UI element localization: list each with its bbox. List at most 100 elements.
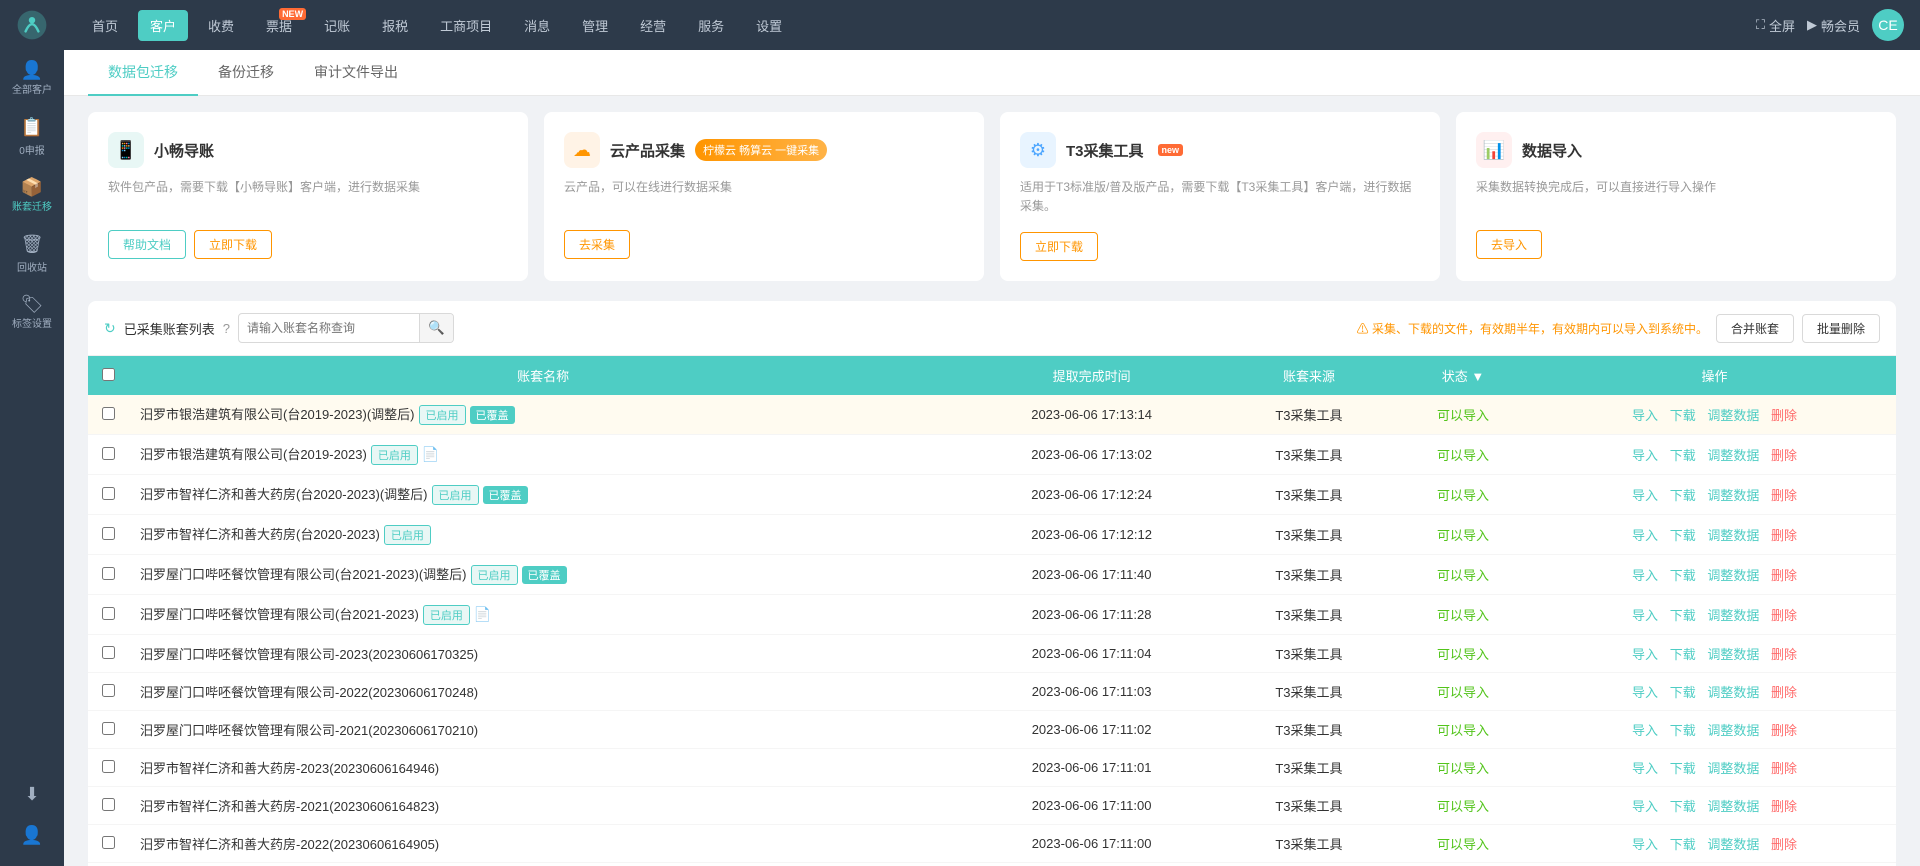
cloud-collect-button[interactable]: 去采集 bbox=[564, 230, 630, 259]
topnav-business[interactable]: 工商项目 bbox=[428, 10, 504, 41]
download-action[interactable]: 下载 bbox=[1670, 761, 1696, 776]
download-action[interactable]: 下载 bbox=[1670, 647, 1696, 662]
search-input[interactable] bbox=[239, 321, 419, 335]
topnav-message[interactable]: 消息 bbox=[512, 10, 562, 41]
merge-accounts-button[interactable]: 合并账套 bbox=[1716, 314, 1794, 343]
adjust-action[interactable]: 调整数据 bbox=[1707, 568, 1759, 583]
sidebar-item-label-settings[interactable]: 🏷 标签设置 bbox=[0, 284, 64, 341]
tab-data-migration[interactable]: 数据包迁移 bbox=[88, 50, 198, 96]
delete-action[interactable]: 删除 bbox=[1771, 448, 1797, 463]
help-icon[interactable]: ? bbox=[223, 321, 230, 336]
adjust-action[interactable]: 调整数据 bbox=[1707, 608, 1759, 623]
xcp-download-button[interactable]: 立即下载 bbox=[194, 230, 272, 259]
sidebar-item-zero-report[interactable]: 📋 0申报 bbox=[0, 107, 64, 167]
topnav-invoice[interactable]: 票据 NEW bbox=[254, 10, 304, 41]
row-checkbox[interactable] bbox=[102, 407, 115, 420]
delete-action[interactable]: 删除 bbox=[1771, 408, 1797, 423]
refresh-icon[interactable]: ↻ bbox=[104, 320, 116, 337]
fullscreen-button[interactable]: ⛶ 全屏 bbox=[1756, 16, 1795, 35]
adjust-action[interactable]: 调整数据 bbox=[1707, 685, 1759, 700]
adjust-action[interactable]: 调整数据 bbox=[1707, 647, 1759, 662]
topnav-manage[interactable]: 管理 bbox=[570, 10, 620, 41]
row-checkbox[interactable] bbox=[102, 684, 115, 697]
delete-action[interactable]: 删除 bbox=[1771, 723, 1797, 738]
row-checkbox[interactable] bbox=[102, 798, 115, 811]
row-checkbox[interactable] bbox=[102, 836, 115, 849]
import-action[interactable]: 导入 bbox=[1632, 448, 1658, 463]
topnav-billing[interactable]: 收费 bbox=[196, 10, 246, 41]
topnav-customer[interactable]: 客户 bbox=[138, 10, 188, 41]
download-action[interactable]: 下载 bbox=[1670, 488, 1696, 503]
delete-action[interactable]: 删除 bbox=[1771, 647, 1797, 662]
delete-action[interactable]: 删除 bbox=[1771, 528, 1797, 543]
row-checkbox[interactable] bbox=[102, 722, 115, 735]
download-action[interactable]: 下载 bbox=[1670, 723, 1696, 738]
download-action[interactable]: 下载 bbox=[1670, 608, 1696, 623]
t3-download-button[interactable]: 立即下载 bbox=[1020, 232, 1098, 261]
select-all-checkbox[interactable] bbox=[102, 368, 115, 381]
adjust-action[interactable]: 调整数据 bbox=[1707, 723, 1759, 738]
tab-backup-migration[interactable]: 备份迁移 bbox=[198, 50, 294, 96]
tag-opened: 已启用 bbox=[423, 605, 470, 625]
download-action[interactable]: 下载 bbox=[1670, 408, 1696, 423]
batch-delete-button[interactable]: 批量删除 bbox=[1802, 314, 1880, 343]
row-actions: 导入 下载 调整数据 删除 bbox=[1533, 515, 1896, 555]
import-action[interactable]: 导入 bbox=[1632, 528, 1658, 543]
delete-action[interactable]: 删除 bbox=[1771, 488, 1797, 503]
tab-audit-export[interactable]: 审计文件导出 bbox=[294, 50, 418, 96]
import-action[interactable]: 导入 bbox=[1632, 799, 1658, 814]
adjust-action[interactable]: 调整数据 bbox=[1707, 761, 1759, 776]
adjust-action[interactable]: 调整数据 bbox=[1707, 488, 1759, 503]
import-action[interactable]: 导入 bbox=[1632, 608, 1658, 623]
import-action[interactable]: 导入 bbox=[1632, 647, 1658, 662]
topnav-service[interactable]: 服务 bbox=[686, 10, 736, 41]
row-checkbox[interactable] bbox=[102, 527, 115, 540]
download-action[interactable]: 下载 bbox=[1670, 568, 1696, 583]
row-checkbox[interactable] bbox=[102, 646, 115, 659]
adjust-action[interactable]: 调整数据 bbox=[1707, 837, 1759, 852]
download-action[interactable]: 下载 bbox=[1670, 448, 1696, 463]
import-goto-button[interactable]: 去导入 bbox=[1476, 230, 1542, 259]
row-checkbox[interactable] bbox=[102, 447, 115, 460]
topnav-account[interactable]: 记账 bbox=[312, 10, 362, 41]
download-action[interactable]: 下载 bbox=[1670, 528, 1696, 543]
sidebar-item-account-migration[interactable]: 📦 账套迁移 bbox=[0, 167, 64, 224]
row-checkbox[interactable] bbox=[102, 487, 115, 500]
sidebar-item-download[interactable]: ⬇ bbox=[0, 774, 64, 815]
download-action[interactable]: 下载 bbox=[1670, 837, 1696, 852]
delete-action[interactable]: 删除 bbox=[1771, 608, 1797, 623]
download-action[interactable]: 下载 bbox=[1670, 799, 1696, 814]
import-action[interactable]: 导入 bbox=[1632, 408, 1658, 423]
sidebar-item-user-bottom[interactable]: 👤 bbox=[0, 815, 64, 856]
delete-action[interactable]: 删除 bbox=[1771, 799, 1797, 814]
import-action[interactable]: 导入 bbox=[1632, 685, 1658, 700]
adjust-action[interactable]: 调整数据 bbox=[1707, 408, 1759, 423]
xcp-help-button[interactable]: 帮助文档 bbox=[108, 230, 186, 259]
row-checkbox[interactable] bbox=[102, 567, 115, 580]
delete-action[interactable]: 删除 bbox=[1771, 568, 1797, 583]
search-button[interactable]: 🔍 bbox=[419, 313, 453, 343]
adjust-action[interactable]: 调整数据 bbox=[1707, 528, 1759, 543]
topnav-home[interactable]: 首页 bbox=[80, 10, 130, 41]
import-action[interactable]: 导入 bbox=[1632, 723, 1658, 738]
topnav-settings[interactable]: 设置 bbox=[744, 10, 794, 41]
sidebar-item-recycle[interactable]: 🗑 回收站 bbox=[0, 224, 64, 284]
import-action[interactable]: 导入 bbox=[1632, 837, 1658, 852]
adjust-action[interactable]: 调整数据 bbox=[1707, 799, 1759, 814]
delete-action[interactable]: 删除 bbox=[1771, 685, 1797, 700]
topnav-operation[interactable]: 经营 bbox=[628, 10, 678, 41]
card-import: 📊 数据导入 采集数据转换完成后，可以直接进行导入操作 去导入 bbox=[1456, 112, 1896, 281]
import-action[interactable]: 导入 bbox=[1632, 761, 1658, 776]
download-action[interactable]: 下载 bbox=[1670, 685, 1696, 700]
import-action[interactable]: 导入 bbox=[1632, 568, 1658, 583]
delete-action[interactable]: 删除 bbox=[1771, 761, 1797, 776]
member-button[interactable]: ▶ 畅会员 bbox=[1807, 16, 1860, 35]
delete-action[interactable]: 删除 bbox=[1771, 837, 1797, 852]
row-checkbox[interactable] bbox=[102, 607, 115, 620]
row-checkbox[interactable] bbox=[102, 760, 115, 773]
adjust-action[interactable]: 调整数据 bbox=[1707, 448, 1759, 463]
topnav-tax[interactable]: 报税 bbox=[370, 10, 420, 41]
sidebar-item-all-clients[interactable]: 👤 全部客户 bbox=[0, 50, 64, 107]
import-action[interactable]: 导入 bbox=[1632, 488, 1658, 503]
user-avatar[interactable]: CE bbox=[1872, 9, 1904, 41]
